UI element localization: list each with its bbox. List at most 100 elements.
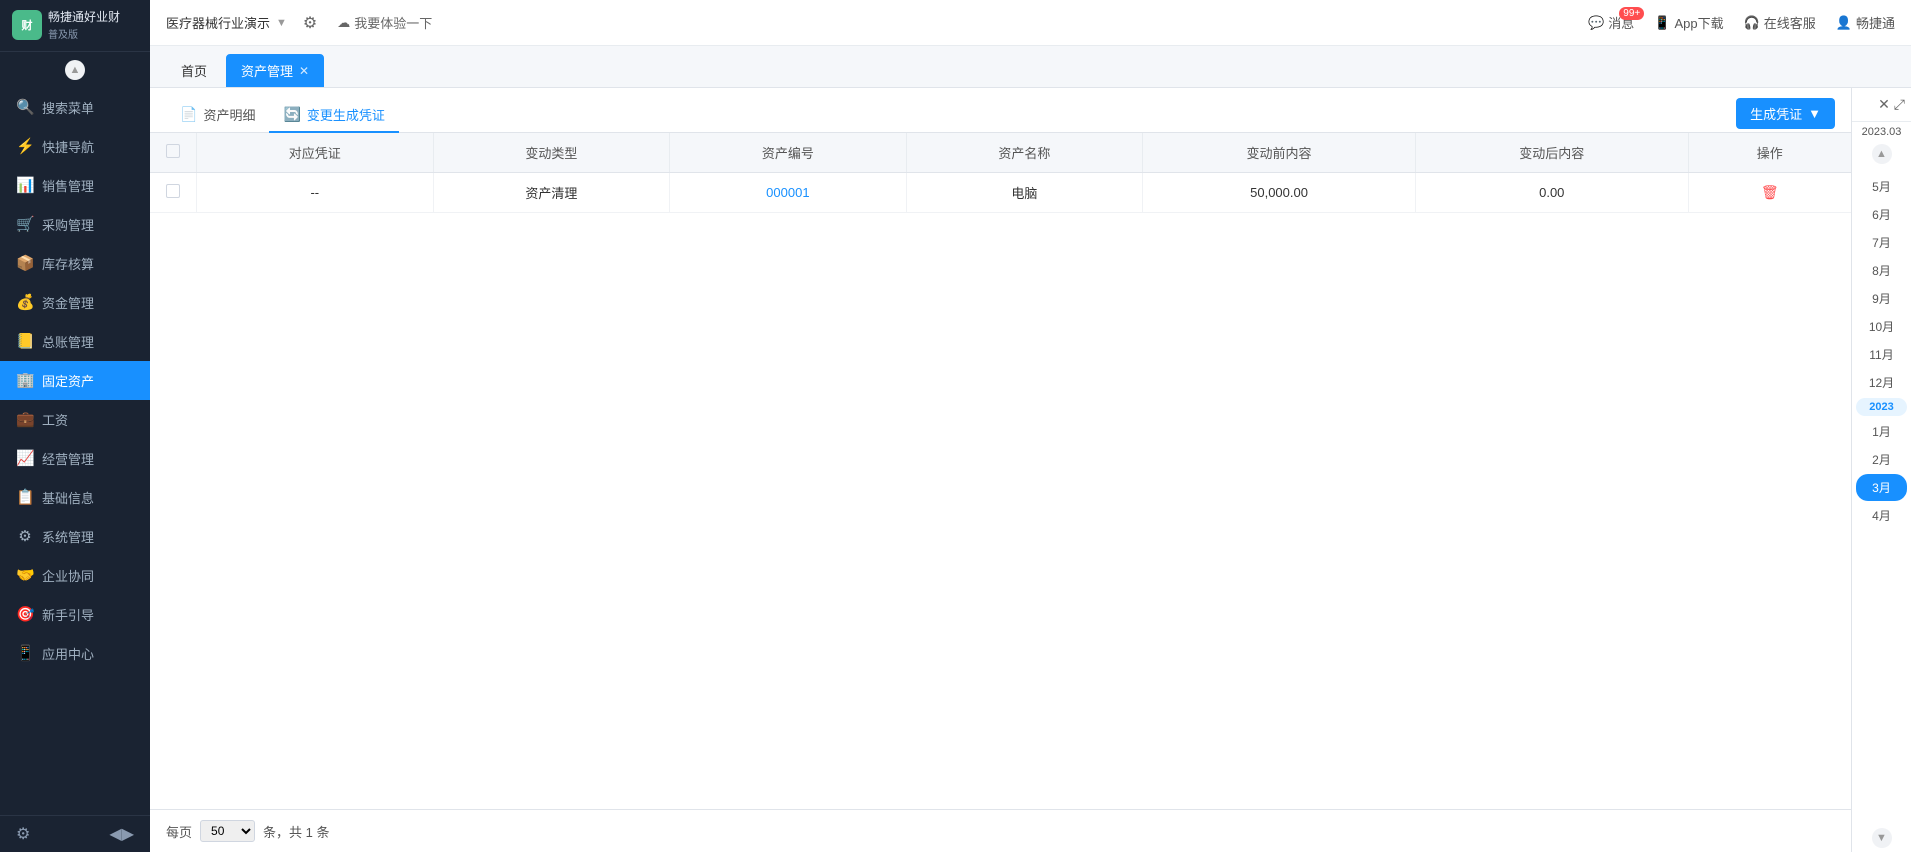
quick-nav-icon: ⚡ [16, 137, 34, 155]
purchase-icon: 🛒 [16, 215, 34, 233]
main-area: 医疗器械行业演示 ▼ ⚙ ☁ 我要体验一下 💬 消息 99+ 📱 App下载 🎧… [150, 0, 1911, 852]
company-selector[interactable]: 医疗器械行业演示 ▼ [166, 13, 287, 32]
asset-table: 对应凭证 变动类型 资产编号 资产名称 [150, 133, 1851, 213]
date-month-2[interactable]: 2月 [1856, 446, 1907, 473]
date-month-11[interactable]: 11月 [1856, 341, 1907, 368]
app-center-icon: 📱 [16, 644, 34, 662]
row-asset-name: 电脑 [906, 173, 1143, 213]
sidebar-item-search[interactable]: 🔍 搜索菜单 [0, 88, 150, 127]
settings-gear-icon[interactable]: ⚙ [16, 824, 30, 844]
sales-icon: 📊 [16, 176, 34, 194]
sidebar-item-purchase[interactable]: 🛒 采购管理 [0, 205, 150, 244]
message-icon: 💬 [1588, 15, 1604, 31]
customer-service-icon: 🎧 [1744, 15, 1760, 31]
sidebar-scroll-up[interactable]: ▲ [65, 60, 85, 80]
sidebar-item-ledger[interactable]: 📒 总账管理 [0, 322, 150, 361]
sidebar-item-operations[interactable]: 📈 经营管理 [0, 439, 150, 478]
date-scroll-down[interactable]: ▼ [1872, 828, 1892, 848]
generate-voucher-button[interactable]: 生成凭证 ▼ [1736, 98, 1835, 129]
th-after-change: 变动后内容 [1415, 133, 1688, 173]
customer-service-button[interactable]: 🎧 在线客服 [1744, 13, 1816, 32]
cooperation-icon: 🤝 [16, 566, 34, 584]
change-voucher-icon: 🔄 [283, 106, 300, 123]
guide-icon: 🎯 [16, 605, 34, 623]
payroll-icon: 💼 [16, 410, 34, 428]
table-header-row: 对应凭证 变动类型 资产编号 资产名称 [150, 133, 1851, 173]
sidebar-item-quick-nav[interactable]: ⚡ 快捷导航 [0, 127, 150, 166]
user-icon: 👤 [1836, 15, 1852, 31]
date-month-10[interactable]: 10月 [1856, 313, 1907, 340]
company-name: 医疗器械行业演示 [166, 13, 270, 32]
per-page-select[interactable]: 50 10 20 100 [200, 820, 255, 842]
user-menu-button[interactable]: 👤 畅捷通 [1836, 13, 1895, 32]
date-month-1[interactable]: 1月 [1856, 418, 1907, 445]
search-icon: 🔍 [16, 98, 34, 116]
sidebar-item-sales[interactable]: 📊 销售管理 [0, 166, 150, 205]
row-asset-code: 000001 [670, 173, 907, 213]
row-after-change: 0.00 [1415, 173, 1688, 213]
sidebar-item-inventory[interactable]: 📦 库存核算 [0, 244, 150, 283]
row-delete-button[interactable]: 🗑 [1761, 184, 1779, 200]
basic-info-icon: 📋 [16, 488, 34, 506]
total-count-label: 条，共 1 条 [263, 822, 329, 841]
date-month-4[interactable]: 4月 [1856, 502, 1907, 529]
sidebar-item-payroll[interactable]: 💼 工资 [0, 400, 150, 439]
tab-asset-management[interactable]: 资产管理 ✕ [226, 54, 324, 87]
sidebar-item-system[interactable]: ⚙ 系统管理 [0, 517, 150, 556]
date-month-8[interactable]: 8月 [1856, 257, 1907, 284]
date-scroll-up[interactable]: ▲ [1872, 144, 1892, 164]
message-badge: 99+ [1619, 7, 1644, 20]
app-download-button[interactable]: 📱 App下载 [1654, 13, 1723, 32]
sidebar-item-finance[interactable]: 💰 资金管理 [0, 283, 150, 322]
experience-button[interactable]: ☁ 我要体验一下 [337, 13, 432, 32]
date-month-7[interactable]: 7月 [1856, 229, 1907, 256]
date-month-5[interactable]: 5月 [1856, 173, 1907, 200]
panel-expand-button[interactable]: ⤢ [1894, 96, 1905, 113]
date-month-12[interactable]: 12月 [1856, 369, 1907, 396]
asset-detail-icon: 📄 [180, 106, 197, 123]
inventory-icon: 📦 [16, 254, 34, 272]
content-area: 📄 资产明细 🔄 变更生成凭证 生成凭证 ▼ [150, 88, 1911, 852]
select-all-checkbox[interactable] [166, 144, 180, 158]
tab-close-icon[interactable]: ✕ [299, 64, 309, 78]
sub-tab-change-voucher[interactable]: 🔄 变更生成凭证 [269, 98, 398, 133]
sidebar-footer: ⚙ ◀▶ [0, 815, 150, 852]
sub-tab-asset-detail[interactable]: 📄 资产明细 [166, 98, 269, 133]
sidebar-item-basic-info[interactable]: 📋 基础信息 [0, 478, 150, 517]
th-asset-name: 资产名称 [906, 133, 1143, 173]
panel-year-month: 2023.03 [1852, 122, 1911, 140]
operations-icon: 📈 [16, 449, 34, 467]
right-date-panel: ✕ ⤢ 2023.03 ▲ 5月 6月 7月 8月 9月 10月 11月 12月… [1851, 88, 1911, 852]
row-before-change: 50,000.00 [1143, 173, 1416, 213]
sidebar-item-app-center[interactable]: 📱 应用中心 [0, 634, 150, 673]
tab-home[interactable]: 首页 [166, 54, 222, 87]
panel-close-button[interactable]: ✕ [1878, 96, 1890, 113]
ledger-icon: 📒 [16, 332, 34, 350]
row-checkbox[interactable] [166, 184, 180, 198]
company-dropdown-arrow: ▼ [276, 17, 287, 29]
sidebar-collapse-icon[interactable]: ◀▶ [109, 824, 134, 844]
sidebar-logo: 财 畅捷通好业财 普及版 [0, 0, 150, 52]
th-change-type: 变动类型 [433, 133, 670, 173]
th-checkbox [150, 133, 197, 173]
sidebar-item-guide[interactable]: 🎯 新手引导 [0, 595, 150, 634]
table-row: -- 资产清理 000001 电脑 [150, 173, 1851, 213]
date-month-6[interactable]: 6月 [1856, 201, 1907, 228]
table-footer: 每页 50 10 20 100 条，共 1 条 [150, 809, 1851, 852]
message-button[interactable]: 💬 消息 99+ [1588, 13, 1634, 32]
sidebar-item-cooperation[interactable]: 🤝 企业协同 [0, 556, 150, 595]
th-before-change: 变动前内容 [1143, 133, 1416, 173]
th-asset-code: 资产编号 [670, 133, 907, 173]
current-year-label: 2023 [1856, 398, 1907, 416]
generate-btn-arrow: ▼ [1808, 106, 1821, 121]
row-change-type: 资产清理 [433, 173, 670, 213]
row-checkbox-cell [150, 173, 197, 213]
sub-tabs: 📄 资产明细 🔄 变更生成凭证 生成凭证 ▼ [150, 88, 1851, 133]
sidebar-item-fixed-assets[interactable]: 🏢 固定资产 [0, 361, 150, 400]
date-month-3[interactable]: 3月 [1856, 474, 1907, 501]
date-list: 5月 6月 7月 8月 9月 10月 11月 12月 2023 1月 2月 3月… [1852, 168, 1911, 824]
header-settings-icon[interactable]: ⚙ [303, 13, 317, 33]
table-container: 对应凭证 变动类型 资产编号 资产名称 [150, 133, 1851, 809]
date-month-9[interactable]: 9月 [1856, 285, 1907, 312]
top-header: 医疗器械行业演示 ▼ ⚙ ☁ 我要体验一下 💬 消息 99+ 📱 App下载 🎧… [150, 0, 1911, 46]
